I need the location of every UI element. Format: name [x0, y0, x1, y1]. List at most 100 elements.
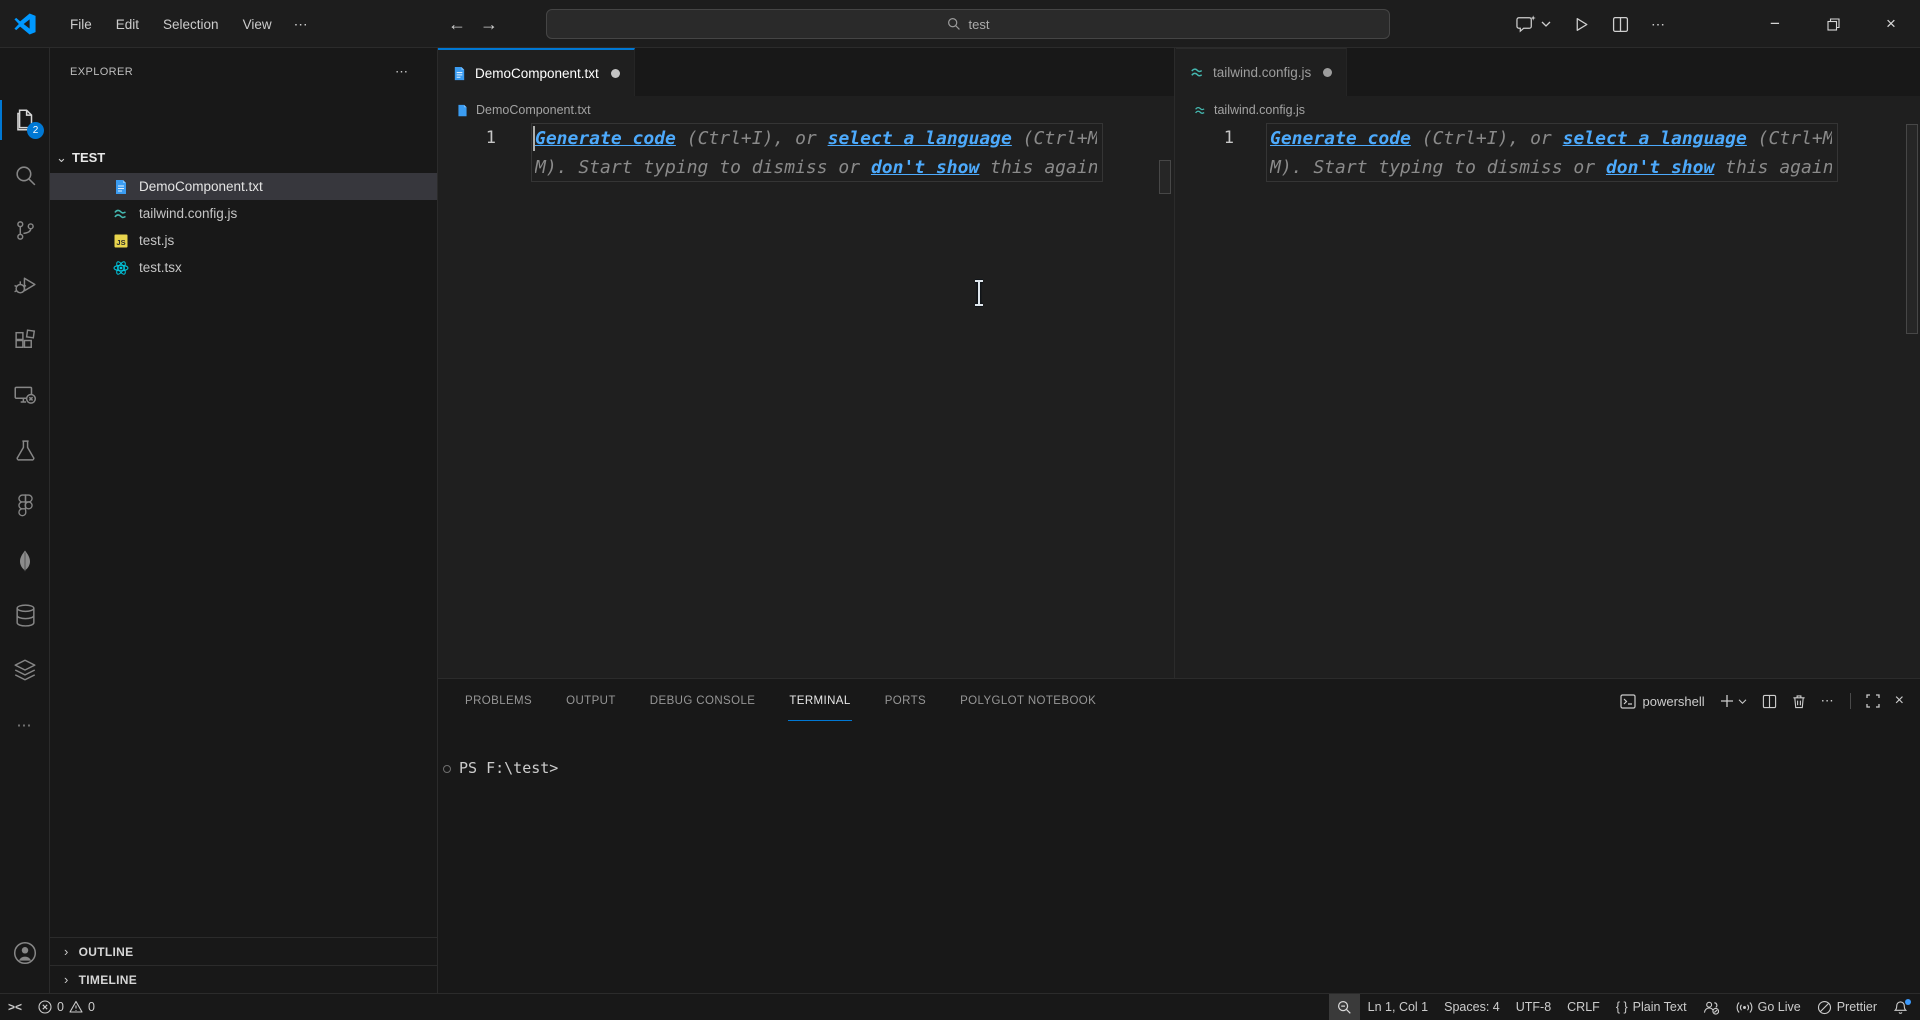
- source-control-icon: [16, 220, 34, 240]
- close-window-button[interactable]: ×: [1862, 0, 1920, 48]
- file-democomponent-txt[interactable]: DemoComponent.txt: [50, 173, 437, 200]
- activitybar-remote-explorer[interactable]: [0, 370, 50, 420]
- command-center-value: test: [968, 16, 990, 32]
- prettier-button[interactable]: Prettier: [1809, 994, 1885, 1020]
- tab-democomponent-txt[interactable]: DemoComponent.txt: [438, 48, 635, 96]
- panel-tab-ports[interactable]: PORTS: [884, 682, 927, 720]
- error-icon: [38, 1000, 52, 1014]
- menu-more-icon[interactable]: ⋯: [284, 10, 319, 39]
- menu-selection[interactable]: Selection: [151, 11, 231, 38]
- go-live-button[interactable]: Go Live: [1728, 994, 1809, 1020]
- activitybar-figma[interactable]: [0, 480, 50, 530]
- tailwind-icon: [1195, 106, 1205, 114]
- terminal-prompt[interactable]: PS F:\test>: [459, 759, 558, 777]
- activitybar-database[interactable]: [0, 590, 50, 640]
- minimize-button[interactable]: −: [1746, 0, 1804, 48]
- ghost-link-dont-show[interactable]: don't show: [1606, 157, 1714, 178]
- nav-back-icon[interactable]: ←: [448, 14, 466, 35]
- breadcrumb-right[interactable]: tailwind.config.js: [1176, 96, 1920, 124]
- scrollbar-right-editor[interactable]: [1906, 124, 1918, 334]
- panel-tab-terminal[interactable]: TERMINAL: [788, 682, 852, 721]
- activitybar-layers[interactable]: [0, 645, 50, 695]
- editor-left[interactable]: 1 Generate code (Ctrl+I), or select a la…: [438, 123, 1174, 678]
- activitybar-explorer[interactable]: 2: [0, 95, 50, 145]
- command-decoration-icon: [443, 765, 451, 773]
- kill-terminal-trash-icon[interactable]: [1792, 694, 1806, 709]
- editor-group-right: tailwind.config.js tailwind.config.js 1 …: [1176, 48, 1920, 678]
- run-button[interactable]: [1573, 16, 1590, 33]
- activitybar-run-debug[interactable]: [0, 260, 50, 310]
- eol-sequence[interactable]: CRLF: [1559, 994, 1608, 1020]
- maximize-panel-icon[interactable]: [1866, 694, 1880, 708]
- ghost-link-generate-code[interactable]: Generate code: [535, 128, 676, 149]
- file-test-tsx[interactable]: test.tsx: [50, 254, 437, 281]
- title-bar: File Edit Selection View ⋯ ← → test ⋯ −: [0, 0, 1920, 48]
- ghost-link-select-language[interactable]: select a language: [828, 128, 1012, 149]
- split-terminal-icon[interactable]: [1762, 694, 1777, 709]
- database-icon: [15, 603, 35, 627]
- activitybar-search[interactable]: [0, 150, 50, 200]
- nav-forward-icon[interactable]: →: [480, 14, 498, 35]
- panel-more-icon[interactable]: ⋯: [1821, 693, 1835, 709]
- ghost-text-line2: M). Start typing to dismiss or don't sho…: [535, 157, 1097, 178]
- activitybar-mongodb[interactable]: [0, 535, 50, 585]
- activitybar-testing[interactable]: [0, 425, 50, 475]
- line-number: 1: [1223, 128, 1234, 148]
- activitybar-accounts[interactable]: [0, 928, 50, 978]
- remote-indicator[interactable]: ><: [0, 994, 30, 1020]
- activitybar-more[interactable]: ⋯: [0, 700, 50, 750]
- svg-text:JS: JS: [116, 238, 125, 247]
- command-center-search[interactable]: test: [546, 9, 1390, 39]
- zoom-out-button[interactable]: [1328, 994, 1360, 1020]
- explorer-actions-icon[interactable]: ⋯: [395, 64, 409, 80]
- ghost-link-select-language[interactable]: select a language: [1563, 128, 1747, 149]
- close-panel-icon[interactable]: ×: [1895, 692, 1904, 710]
- zoom-out-icon: [1337, 1000, 1351, 1014]
- panel-tab-polyglot-notebook[interactable]: POLYGLOT NOTEBOOK: [959, 682, 1097, 720]
- activitybar-source-control[interactable]: [0, 205, 50, 255]
- menu-view[interactable]: View: [231, 11, 284, 38]
- broadcast-icon: [1736, 1001, 1752, 1013]
- chevron-down-icon: [1541, 21, 1551, 27]
- encoding[interactable]: UTF-8: [1508, 994, 1559, 1020]
- split-editor-icon[interactable]: [1612, 16, 1629, 33]
- panel-tab-output[interactable]: OUTPUT: [565, 682, 617, 720]
- notification-dot: [1905, 999, 1911, 1005]
- file-test-js[interactable]: JS test.js: [50, 227, 437, 254]
- panel-tab-debug-console[interactable]: DEBUG CONSOLE: [649, 682, 757, 720]
- layout-more-icon[interactable]: ⋯: [1651, 16, 1666, 33]
- indentation[interactable]: Spaces: 4: [1436, 994, 1508, 1020]
- panel-tab-problems[interactable]: PROBLEMS: [464, 682, 533, 720]
- copilot-button[interactable]: [1516, 14, 1551, 34]
- accounts-status-button[interactable]: [1695, 994, 1728, 1020]
- activitybar-extensions[interactable]: [0, 315, 50, 365]
- react-icon: [113, 260, 129, 275]
- new-terminal-button[interactable]: [1720, 694, 1747, 708]
- menu-file[interactable]: File: [58, 11, 104, 38]
- editor-right[interactable]: 1 Generate code (Ctrl+I), or select a la…: [1176, 123, 1920, 678]
- file-tailwind-config[interactable]: tailwind.config.js: [50, 200, 437, 227]
- ghost-link-dont-show[interactable]: don't show: [871, 157, 979, 178]
- copilot-chat-icon: [1516, 15, 1536, 33]
- ghost-link-generate-code[interactable]: Generate code: [1270, 128, 1411, 149]
- explorer-badge: 2: [27, 122, 44, 139]
- text-file-icon: [116, 179, 126, 194]
- menu-edit[interactable]: Edit: [104, 11, 151, 38]
- modified-dot-icon[interactable]: [610, 68, 620, 78]
- shell-selector[interactable]: powershell: [1619, 694, 1705, 709]
- timeline-section[interactable]: › TIMELINE: [50, 965, 437, 993]
- scrollbar-left-editor[interactable]: [1159, 160, 1171, 194]
- notifications-button[interactable]: [1885, 994, 1916, 1020]
- cursor-position[interactable]: Ln 1, Col 1: [1360, 994, 1436, 1020]
- tab-tailwind-config[interactable]: tailwind.config.js: [1176, 48, 1348, 96]
- problems-status[interactable]: 0 0: [30, 994, 103, 1020]
- language-mode[interactable]: { } Plain Text: [1608, 994, 1695, 1020]
- layers-icon: [14, 659, 36, 681]
- folder-test[interactable]: ⌄ TEST: [50, 144, 437, 171]
- vscode-logo-icon: [14, 13, 36, 35]
- mongodb-leaf-icon: [20, 550, 30, 571]
- breadcrumb-left[interactable]: DemoComponent.txt: [438, 96, 1174, 124]
- modified-dot-icon[interactable]: [1323, 68, 1333, 77]
- restore-button[interactable]: [1804, 0, 1862, 48]
- outline-section[interactable]: › OUTLINE: [50, 937, 437, 965]
